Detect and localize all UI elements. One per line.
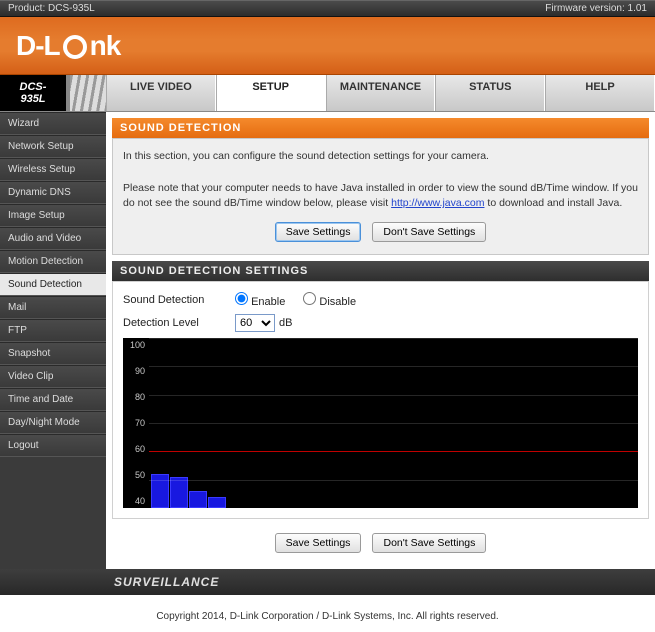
section-title: SOUND DETECTION: [112, 118, 649, 138]
sidebar-item-logout[interactable]: Logout: [0, 434, 106, 457]
tab-help[interactable]: HELP: [545, 75, 655, 111]
firmware-label: Firmware version: 1.01: [545, 3, 647, 14]
product-tag: DCS-935L: [0, 75, 70, 111]
sidebar-item-video-clip[interactable]: Video Clip: [0, 365, 106, 388]
bottom-button-row: Save Settings Don't Save Settings: [112, 533, 649, 553]
logo-text-post: nk: [90, 30, 121, 62]
enable-radio[interactable]: [235, 292, 248, 305]
tab-setup[interactable]: SETUP: [216, 75, 326, 111]
chart-threshold-line: [149, 451, 638, 452]
chart-plot-area: [149, 338, 638, 508]
logo-ring-icon: [63, 35, 87, 59]
enable-label: Enable: [251, 296, 285, 308]
sidebar: WizardNetwork SetupWireless SetupDynamic…: [0, 112, 106, 569]
tab-maintenance[interactable]: MAINTENANCE: [326, 75, 436, 111]
nav-stripes-icon: [70, 75, 106, 111]
chart-gridline: [149, 395, 638, 396]
chart-ytick: 90: [135, 366, 145, 376]
footer-band: SURVEILLANCE: [0, 569, 655, 595]
section-intro-body: In this section, you can configure the s…: [112, 138, 649, 255]
chart-ytick: 40: [135, 496, 145, 506]
sidebar-item-network-setup[interactable]: Network Setup: [0, 135, 106, 158]
chart-gridline: [149, 508, 638, 509]
tab-live-video[interactable]: LIVE VIDEO: [106, 75, 216, 111]
sound-chart: 100 90 80 70 60 50 40: [123, 338, 638, 508]
sidebar-item-day-night-mode[interactable]: Day/Night Mode: [0, 411, 106, 434]
chart-gridline: [149, 366, 638, 367]
sidebar-item-ftp[interactable]: FTP: [0, 319, 106, 342]
disable-radio[interactable]: [303, 292, 316, 305]
detection-level-select[interactable]: 60: [235, 314, 275, 332]
chart-gridline: [149, 480, 638, 481]
tab-status[interactable]: STATUS: [435, 75, 545, 111]
product-label: Product: DCS-935L: [8, 3, 95, 14]
intro-text: In this section, you can configure the s…: [123, 149, 638, 165]
java-link[interactable]: http://www.java.com: [391, 197, 484, 209]
java-note-post: to download and install Java.: [484, 197, 622, 209]
chart-ytick: 70: [135, 418, 145, 428]
detection-level-unit: dB: [279, 317, 292, 329]
chart-ytick: 50: [135, 470, 145, 480]
sidebar-item-motion-detection[interactable]: Motion Detection: [0, 250, 106, 273]
save-button-top[interactable]: Save Settings: [275, 222, 362, 242]
sidebar-item-snapshot[interactable]: Snapshot: [0, 342, 106, 365]
logo-text-pre: D-L: [16, 30, 60, 62]
sidebar-item-wizard[interactable]: Wizard: [0, 112, 106, 135]
sidebar-item-wireless-setup[interactable]: Wireless Setup: [0, 158, 106, 181]
content-area: SOUND DETECTION In this section, you can…: [106, 112, 655, 569]
detection-level-label: Detection Level: [123, 317, 235, 329]
chart-ytick: 80: [135, 392, 145, 402]
chart-gridline: [149, 423, 638, 424]
row-sound-detection: Sound Detection Enable Disable: [123, 292, 638, 308]
top-button-row: Save Settings Don't Save Settings: [123, 222, 638, 242]
chart-ytick: 100: [130, 340, 145, 350]
dlink-logo: D-L nk: [16, 30, 120, 62]
sidebar-item-image-setup[interactable]: Image Setup: [0, 204, 106, 227]
dont-save-button-bottom[interactable]: Don't Save Settings: [372, 533, 486, 553]
disable-label: Disable: [319, 296, 356, 308]
java-note: Please note that your computer needs to …: [123, 181, 638, 213]
chart-bar: [208, 497, 226, 508]
sidebar-item-mail[interactable]: Mail: [0, 296, 106, 319]
row-detection-level: Detection Level 60 dB: [123, 314, 638, 332]
chart-y-axis: 100 90 80 70 60 50 40: [123, 338, 149, 508]
sidebar-item-dynamic-dns[interactable]: Dynamic DNS: [0, 181, 106, 204]
chart-bar: [170, 477, 188, 508]
chart-bar: [189, 491, 207, 508]
save-button-bottom[interactable]: Save Settings: [275, 533, 362, 553]
copyright: Copyright 2014, D-Link Corporation / D-L…: [0, 595, 655, 632]
top-bar: Product: DCS-935L Firmware version: 1.01: [0, 0, 655, 17]
chart-ytick: 60: [135, 444, 145, 454]
chart-gridline: [149, 338, 638, 339]
main-nav: DCS-935L LIVE VIDEOSETUPMAINTENANCESTATU…: [0, 75, 655, 112]
dont-save-button-top[interactable]: Don't Save Settings: [372, 222, 486, 242]
enable-option[interactable]: Enable: [235, 292, 285, 308]
brand-banner: D-L nk: [0, 17, 655, 75]
sidebar-item-time-and-date[interactable]: Time and Date: [0, 388, 106, 411]
disable-option[interactable]: Disable: [303, 292, 356, 308]
sidebar-item-audio-and-video[interactable]: Audio and Video: [0, 227, 106, 250]
sidebar-item-sound-detection[interactable]: Sound Detection: [0, 273, 106, 296]
sound-detection-label: Sound Detection: [123, 294, 235, 306]
settings-body: Sound Detection Enable Disable Detection…: [112, 281, 649, 519]
footer-band-text: SURVEILLANCE: [114, 575, 219, 589]
settings-title: SOUND DETECTION SETTINGS: [112, 261, 649, 281]
